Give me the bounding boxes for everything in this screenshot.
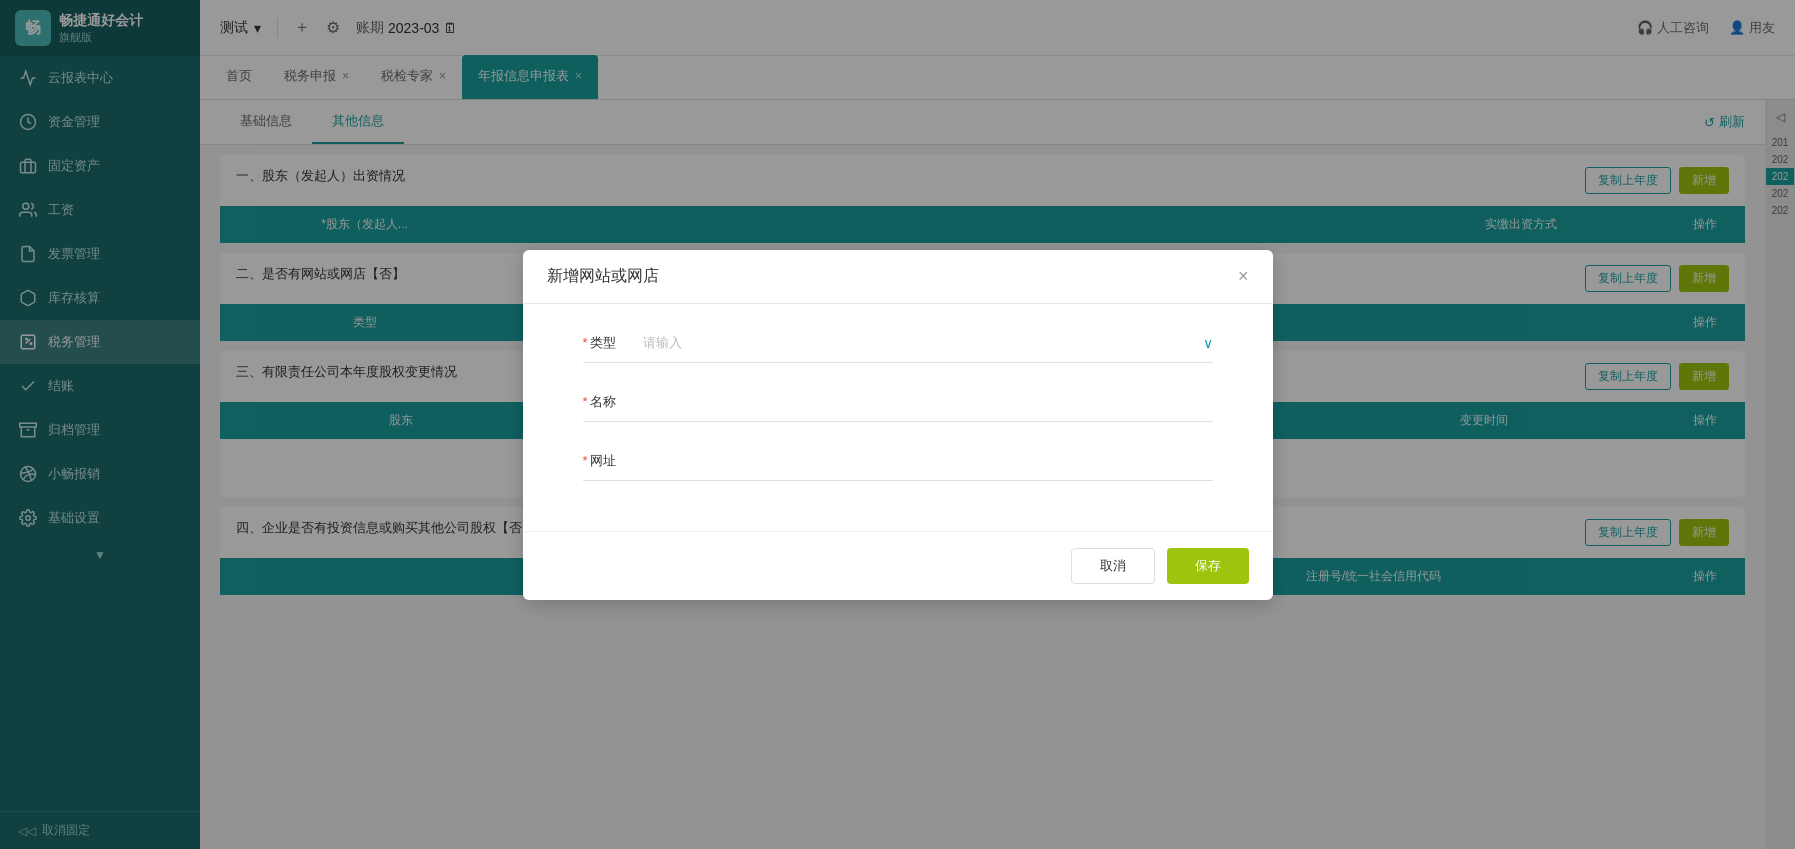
- type-input[interactable]: [643, 335, 1203, 350]
- save-button[interactable]: 保存: [1167, 548, 1249, 584]
- name-label: *名称: [583, 393, 643, 411]
- modal-add-website: 新增网站或网店 × *类型 ∨ *名称 *网址: [523, 250, 1273, 600]
- cancel-button[interactable]: 取消: [1071, 548, 1155, 584]
- form-field-url: *网址: [583, 452, 1213, 481]
- type-dropdown-icon[interactable]: ∨: [1203, 335, 1213, 351]
- modal-header: 新增网站或网店 ×: [523, 250, 1273, 304]
- name-input[interactable]: [643, 394, 1213, 409]
- url-label: *网址: [583, 452, 643, 470]
- form-field-name: *名称: [583, 393, 1213, 422]
- modal-title: 新增网站或网店: [547, 266, 659, 287]
- type-label: *类型: [583, 334, 643, 352]
- url-input[interactable]: [643, 453, 1213, 468]
- modal-footer: 取消 保存: [523, 531, 1273, 600]
- modal-body: *类型 ∨ *名称 *网址: [523, 304, 1273, 531]
- form-field-type: *类型 ∨: [583, 334, 1213, 363]
- modal-overlay: 新增网站或网店 × *类型 ∨ *名称 *网址: [0, 0, 1795, 849]
- modal-close-button[interactable]: ×: [1238, 266, 1249, 287]
